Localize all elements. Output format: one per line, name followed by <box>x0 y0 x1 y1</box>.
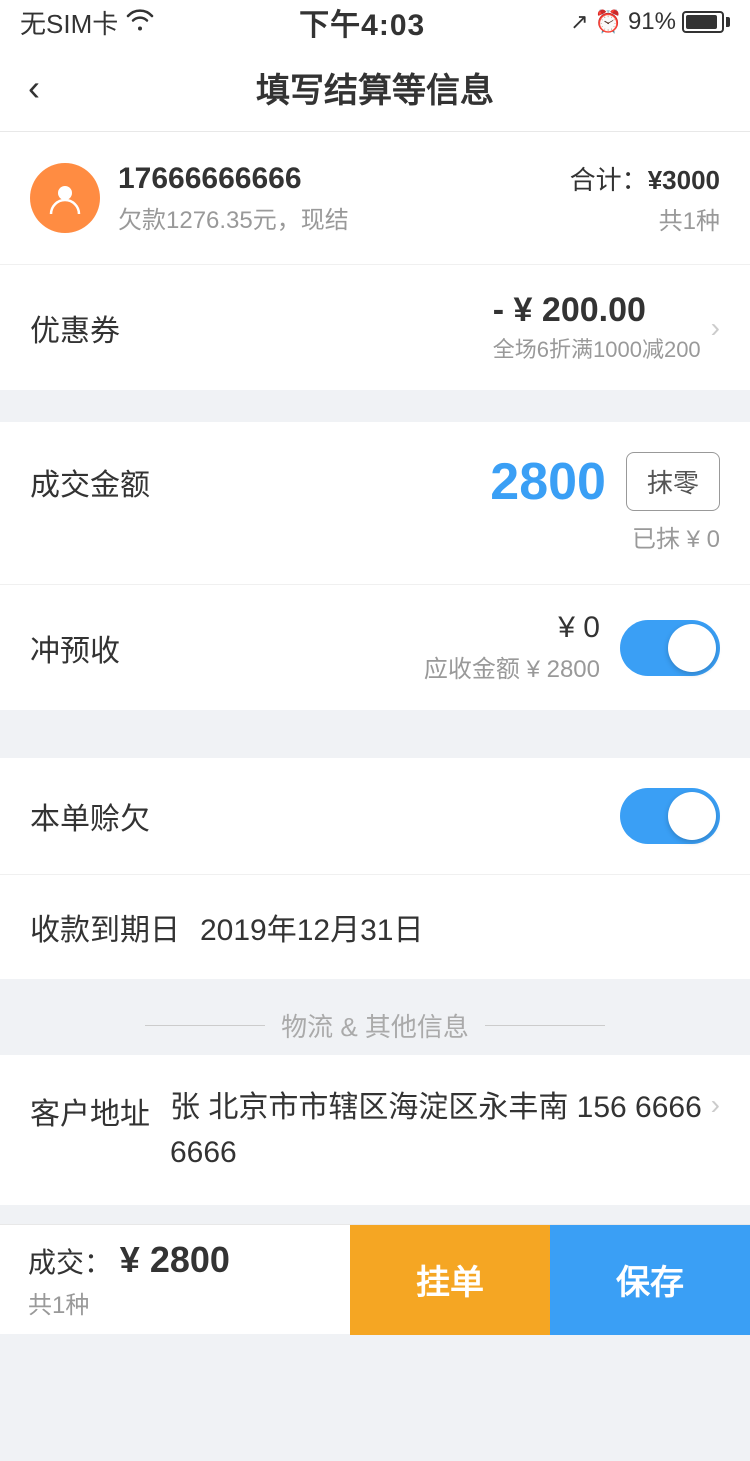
carrier-text: 无SIM卡 <box>20 4 118 41</box>
due-date-section: 收款到期日 2019年12月31日 <box>0 874 750 979</box>
round-button[interactable]: 抹零 <box>626 452 720 511</box>
address-chevron-icon: › <box>711 1089 720 1121</box>
debt-row: 本单赊欠 <box>30 788 720 844</box>
bottom-deal-label: 成交： <box>28 1247 112 1278</box>
debt-card: 本单赊欠 收款到期日 2019年12月31日 <box>0 758 750 979</box>
amount-section: 成交金额 2800 抹零 已抹 ¥ 0 <box>0 422 750 584</box>
due-date-label: 收款到期日 <box>30 905 180 949</box>
prepay-toggle[interactable] <box>620 620 720 676</box>
bottom-info: 成交： ¥ 2800 共1种 <box>0 1239 350 1320</box>
customer-subtext: 欠款1276.35元，现结 <box>118 200 349 235</box>
battery-percent: 91% <box>628 8 676 36</box>
amount-right: 2800 抹零 <box>490 452 720 511</box>
coupon-label: 优惠券 <box>30 306 120 350</box>
page-title: 填写结算等信息 <box>256 63 494 112</box>
prepay-values: ¥ 0 应收金额 ¥ 2800 <box>424 611 600 684</box>
coupon-chevron-icon: › <box>711 312 720 344</box>
coupon-right: - ¥ 200.00 全场6折满1000减200 › <box>493 291 720 364</box>
divider-1 <box>0 406 750 422</box>
address-card: 客户地址 张 北京市市辖区海淀区永丰南 156 6666 6666 › <box>0 1055 750 1205</box>
status-right: ↗ ⏰ 91% <box>570 8 730 36</box>
address-label: 客户地址 <box>30 1089 150 1133</box>
coupon-row[interactable]: 优惠券 - ¥ 200.00 全场6折满1000减200 › <box>0 264 750 390</box>
bottom-deal-row: 成交： ¥ 2800 <box>28 1239 322 1281</box>
battery-icon <box>682 11 730 33</box>
address-content: 张 北京市市辖区海淀区永丰南 156 6666 6666 <box>170 1085 711 1175</box>
customer-row: 17666666666 欠款1276.35元，现结 合计：¥3000 共1种 <box>0 132 750 264</box>
debt-toggle[interactable] <box>620 788 720 844</box>
total-amount: ¥3000 <box>648 165 720 195</box>
amount-value: 2800 <box>490 456 606 508</box>
back-button[interactable]: ‹ <box>28 67 40 109</box>
wifi-icon <box>126 7 154 38</box>
customer-left: 17666666666 欠款1276.35元，现结 <box>30 162 349 235</box>
bottom-deal-amount: ¥ 2800 <box>120 1239 230 1280</box>
prepay-row: 冲预收 ¥ 0 应收金额 ¥ 2800 <box>30 611 720 684</box>
amount-subtext: 已抹 ¥ 0 <box>30 519 720 554</box>
amount-label: 成交金额 <box>30 460 150 504</box>
logistics-label: 物流 & 其他信息 <box>145 1007 605 1044</box>
debt-toggle-knob <box>668 792 716 840</box>
coupon-discount: - ¥ 200.00 <box>493 291 701 330</box>
debt-section: 本单赊欠 <box>0 758 750 874</box>
coupon-description: 全场6折满1000减200 <box>493 332 701 364</box>
alarm-icon: ⏰ <box>595 9 622 35</box>
prepay-section: 冲预收 ¥ 0 应收金额 ¥ 2800 <box>0 584 750 710</box>
divider-2 <box>0 726 750 742</box>
prepay-amount: ¥ 0 <box>424 611 600 645</box>
debt-label: 本单赊欠 <box>30 794 150 838</box>
total-label: 合计：¥3000 <box>570 160 720 197</box>
due-date-row: 收款到期日 2019年12月31日 <box>30 905 720 949</box>
save-button[interactable]: 保存 <box>550 1225 750 1335</box>
customer-info: 17666666666 欠款1276.35元，现结 <box>118 162 349 235</box>
address-section: 客户地址 张 北京市市辖区海淀区永丰南 156 6666 6666 › <box>0 1055 750 1205</box>
pending-button[interactable]: 挂单 <box>350 1225 550 1335</box>
bottom-count: 共1种 <box>28 1285 322 1320</box>
nav-bar: ‹ 填写结算等信息 <box>0 44 750 132</box>
status-time: 下午4:03 <box>299 0 425 44</box>
prepay-right: ¥ 0 应收金额 ¥ 2800 <box>424 611 720 684</box>
location-icon: ↗ <box>570 9 588 35</box>
customer-card: 17666666666 欠款1276.35元，现结 合计：¥3000 共1种 优… <box>0 132 750 390</box>
prepay-subtext: 应收金额 ¥ 2800 <box>424 649 600 684</box>
total-count: 共1种 <box>570 201 720 236</box>
customer-phone: 17666666666 <box>118 162 349 196</box>
address-row[interactable]: 客户地址 张 北京市市辖区海淀区永丰南 156 6666 6666 › <box>30 1085 720 1175</box>
toggle-knob <box>668 624 716 672</box>
amount-card: 成交金额 2800 抹零 已抹 ¥ 0 冲预收 ¥ 0 应收金额 ¥ 2800 <box>0 422 750 710</box>
customer-right: 合计：¥3000 共1种 <box>570 160 720 236</box>
amount-row: 成交金额 2800 抹零 <box>30 452 720 511</box>
logistics-divider: 物流 & 其他信息 <box>0 995 750 1055</box>
due-date-value: 2019年12月31日 <box>200 905 423 949</box>
status-bar: 无SIM卡 下午4:03 ↗ ⏰ 91% <box>0 0 750 44</box>
status-left: 无SIM卡 <box>20 4 154 41</box>
bottom-bar: 成交： ¥ 2800 共1种 挂单 保存 <box>0 1224 750 1334</box>
avatar <box>30 163 100 233</box>
prepay-label: 冲预收 <box>30 626 120 670</box>
